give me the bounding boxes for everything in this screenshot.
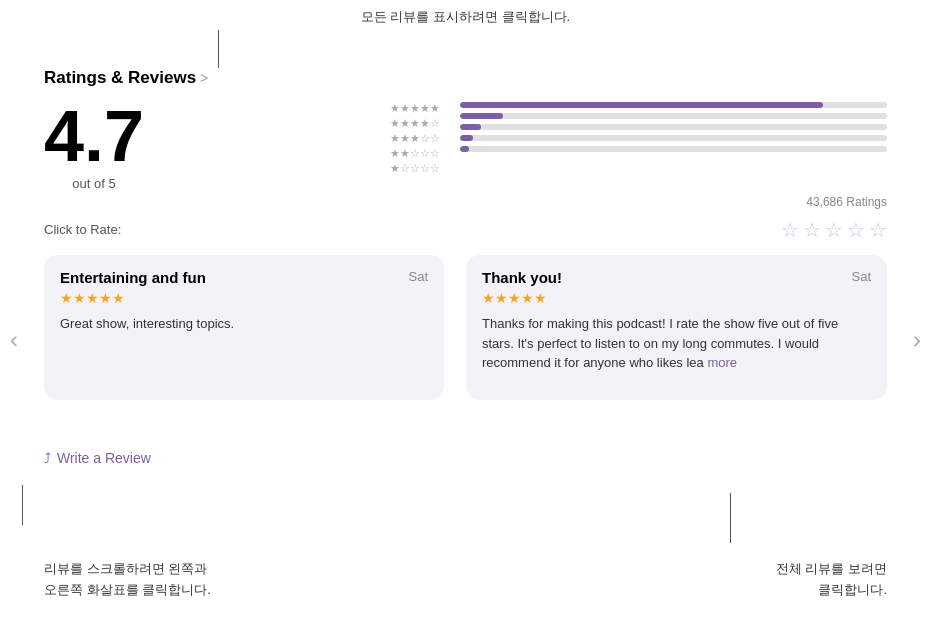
click-to-rate-label: Click to Rate: xyxy=(44,222,121,237)
tooltip-bottom-left-line1: 리뷰를 스크롤하려면 왼쪽과 xyxy=(44,559,211,580)
rate-star-3[interactable]: ☆ xyxy=(825,218,843,242)
bar-track-2 xyxy=(460,135,887,141)
review-body-right: Thanks for making this podcast! I rate t… xyxy=(482,314,871,373)
rating-bars xyxy=(460,102,887,152)
stars-row-4: ★★★★☆ xyxy=(390,117,440,130)
bar-track-4 xyxy=(460,113,887,119)
review-date-left: Sat xyxy=(408,269,428,284)
bar-fill-3 xyxy=(460,124,481,130)
rate-star-2[interactable]: ☆ xyxy=(803,218,821,242)
ratings-count: 43,686 Ratings xyxy=(806,195,887,209)
review-title-left: Entertaining and fun xyxy=(60,269,428,286)
rate-star-1[interactable]: ☆ xyxy=(781,218,799,242)
review-body-left: Great show, interesting topics. xyxy=(60,314,428,334)
review-body-text-right: Thanks for making this podcast! I rate t… xyxy=(482,316,838,370)
tooltip-bottom-left-line2: 오른쪽 화살표를 클릭합니다. xyxy=(44,580,211,601)
nav-arrow-left[interactable]: ‹ xyxy=(10,326,18,354)
bar-track-3 xyxy=(460,124,887,130)
stars-row-2: ★★☆☆☆ xyxy=(390,147,440,160)
stars-row-1: ★☆☆☆☆ xyxy=(390,162,440,175)
tooltip-bottom-left: 리뷰를 스크롤하려면 왼쪽과 오른쪽 화살표를 클릭합니다. xyxy=(44,559,211,601)
nav-arrow-right[interactable]: › xyxy=(913,326,921,354)
rating-number: 4.7 xyxy=(44,100,144,172)
stars-row-3: ★★★☆☆ xyxy=(390,132,440,145)
review-card-right: Thank you! Sat ★★★★★ Thanks for making t… xyxy=(466,255,887,400)
tooltip-line-top xyxy=(218,30,219,68)
bar-fill-1 xyxy=(460,146,469,152)
rating-outof: out of 5 xyxy=(44,176,144,191)
section-header[interactable]: Ratings & Reviews > xyxy=(44,68,208,88)
bar-fill-5 xyxy=(460,102,823,108)
review-card-left: Entertaining and fun Sat ★★★★★ Great sho… xyxy=(44,255,444,400)
tooltip-line-right xyxy=(730,493,731,543)
bar-fill-4 xyxy=(460,113,503,119)
tooltip-bottom-right-line2: 클릭합니다. xyxy=(776,580,887,601)
section-header-title: Ratings & Reviews xyxy=(44,68,196,88)
write-review-button[interactable]: ⤴ Write a Review xyxy=(44,450,151,466)
bar-fill-2 xyxy=(460,135,473,141)
bar-track-5 xyxy=(460,102,887,108)
review-stars-left: ★★★★★ xyxy=(60,290,428,306)
chevron-icon: > xyxy=(200,70,208,86)
review-date-right: Sat xyxy=(851,269,871,284)
tooltip-bottom-right: 전체 리뷰를 보려면 클릭합니다. xyxy=(776,559,887,601)
rate-stars[interactable]: ☆ ☆ ☆ ☆ ☆ xyxy=(781,218,887,242)
rating-score: 4.7 out of 5 xyxy=(44,100,144,191)
write-review-label: Write a Review xyxy=(57,450,151,466)
rate-star-4[interactable]: ☆ xyxy=(847,218,865,242)
stars-row-5: ★★★★★ xyxy=(390,102,440,115)
review-title-right: Thank you! xyxy=(482,269,871,286)
review-more-link[interactable]: more xyxy=(707,355,737,370)
tooltip-bottom-right-line1: 전체 리뷰를 보려면 xyxy=(776,559,887,580)
review-stars-right: ★★★★★ xyxy=(482,290,871,306)
tooltip-top: 모든 리뷰를 표시하려면 클릭합니다. xyxy=(0,8,931,26)
rate-star-5[interactable]: ☆ xyxy=(869,218,887,242)
bar-track-1 xyxy=(460,146,887,152)
tooltip-line-left xyxy=(22,485,23,525)
write-review-icon: ⤴ xyxy=(44,450,51,466)
stars-grid: ★★★★★ ★★★★☆ ★★★☆☆ ★★☆☆☆ ★☆☆☆☆ xyxy=(390,102,440,175)
